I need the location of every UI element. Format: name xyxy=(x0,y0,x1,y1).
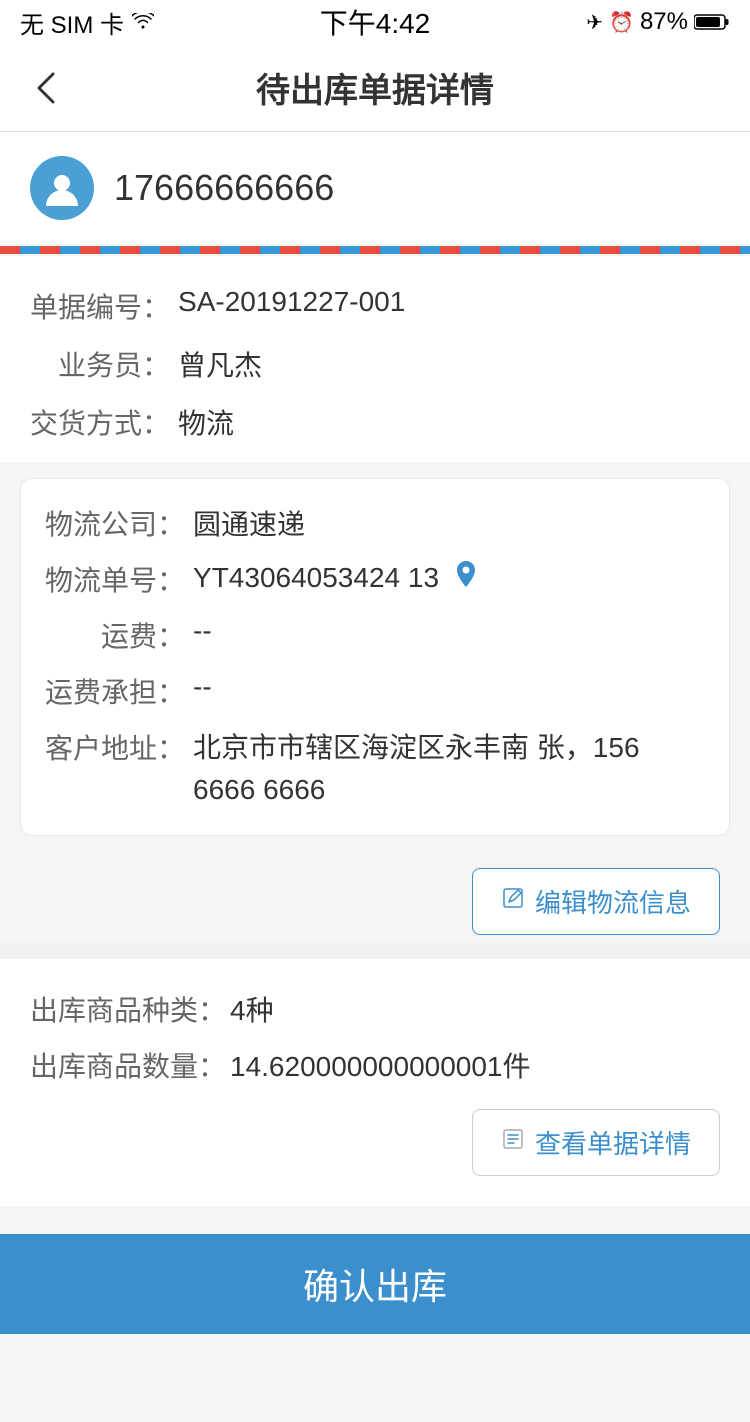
logistics-tracking-label: 物流单号： xyxy=(45,559,185,599)
logistics-tracking-row: 物流单号： YT43064053424 13 xyxy=(45,559,705,599)
product-quantity-value: 14.620000000000001件 xyxy=(230,1045,720,1085)
address-value: 北京市市辖区海淀区永丰南 张，156 6666 6666 xyxy=(185,727,705,811)
logistics-card: 物流公司： 圆通速递 物流单号： YT43064053424 13 运费： --… xyxy=(20,478,730,836)
status-bar: 无 SIM 卡 下午4:42 ✈ ⏰ 87% xyxy=(0,0,750,44)
doc-info-section: 单据编号： SA-20191227-001 业务员： 曾凡杰 交货方式： 物流 xyxy=(0,256,750,462)
edit-logistics-button[interactable]: 编辑物流信息 xyxy=(472,868,720,935)
view-detail-btn-wrap: 查看单据详情 xyxy=(30,1101,720,1176)
freight-row: 运费： -- xyxy=(45,615,705,655)
delivery-method-label: 交货方式： xyxy=(30,402,170,442)
doc-number-row: 单据编号： SA-20191227-001 xyxy=(30,286,720,326)
logistics-company-value: 圆通速递 xyxy=(185,503,705,543)
location-active-icon: ✈ xyxy=(586,10,603,35)
product-section: 出库商品种类： 4种 出库商品数量： 14.620000000000001件 查… xyxy=(0,959,750,1206)
doc-number-label: 单据编号： xyxy=(30,286,170,326)
product-type-row: 出库商品种类： 4种 xyxy=(30,989,720,1029)
list-icon xyxy=(501,1127,525,1158)
address-label: 客户地址： xyxy=(45,727,185,767)
avatar xyxy=(30,156,94,220)
doc-number-value: SA-20191227-001 xyxy=(170,286,720,318)
wifi-icon xyxy=(132,8,154,36)
edit-logistics-btn-wrap: 编辑物流信息 xyxy=(0,852,750,943)
carrier-label: 无 SIM 卡 xyxy=(20,5,124,40)
edit-icon xyxy=(501,886,525,917)
edit-logistics-label: 编辑物流信息 xyxy=(535,883,691,920)
confirm-button-label: 确认出库 xyxy=(303,1258,447,1310)
product-type-label: 出库商品种类： xyxy=(30,989,230,1029)
freight-bearer-value: -- xyxy=(185,671,705,703)
delivery-method-row: 交货方式： 物流 xyxy=(30,402,720,442)
address-row: 客户地址： 北京市市辖区海淀区永丰南 张，156 6666 6666 xyxy=(45,727,705,811)
freight-label: 运费： xyxy=(45,615,185,655)
logistics-company-label: 物流公司： xyxy=(45,503,185,543)
freight-bearer-label: 运费承担： xyxy=(45,671,185,711)
nav-bar: 待出库单据详情 xyxy=(0,44,750,132)
tracking-location-icon[interactable] xyxy=(451,559,481,597)
logistics-tracking-value: YT43064053424 13 xyxy=(185,559,705,597)
confirm-bar[interactable]: 确认出库 xyxy=(0,1234,750,1334)
battery-icon xyxy=(694,13,730,31)
freight-bearer-row: 运费承担： -- xyxy=(45,671,705,711)
logistics-company-row: 物流公司： 圆通速递 xyxy=(45,503,705,543)
view-detail-button[interactable]: 查看单据详情 xyxy=(472,1109,720,1176)
alarm-icon: ⏰ xyxy=(609,10,634,35)
view-detail-label: 查看单据详情 xyxy=(535,1124,691,1161)
delivery-method-value: 物流 xyxy=(170,402,720,442)
back-button[interactable] xyxy=(24,66,68,110)
page-title: 待出库单据详情 xyxy=(256,63,494,112)
salesman-value: 曾凡杰 xyxy=(170,344,720,384)
battery-label: 87% xyxy=(640,8,688,36)
status-bar-right: ✈ ⏰ 87% xyxy=(586,8,730,36)
dashed-divider xyxy=(0,246,750,254)
user-phone: 17666666666 xyxy=(114,167,334,209)
salesman-row: 业务员： 曾凡杰 xyxy=(30,344,720,384)
status-bar-time: 下午4:42 xyxy=(320,2,431,42)
freight-value: -- xyxy=(185,615,705,647)
tracking-number: YT43064053424 13 xyxy=(193,562,439,594)
status-bar-left: 无 SIM 卡 xyxy=(20,5,154,40)
product-quantity-label: 出库商品数量： xyxy=(30,1045,230,1085)
user-section: 17666666666 xyxy=(0,132,750,244)
section-separator xyxy=(0,943,750,959)
product-quantity-row: 出库商品数量： 14.620000000000001件 xyxy=(30,1045,720,1085)
salesman-label: 业务员： xyxy=(30,344,170,384)
product-type-value: 4种 xyxy=(230,989,720,1029)
